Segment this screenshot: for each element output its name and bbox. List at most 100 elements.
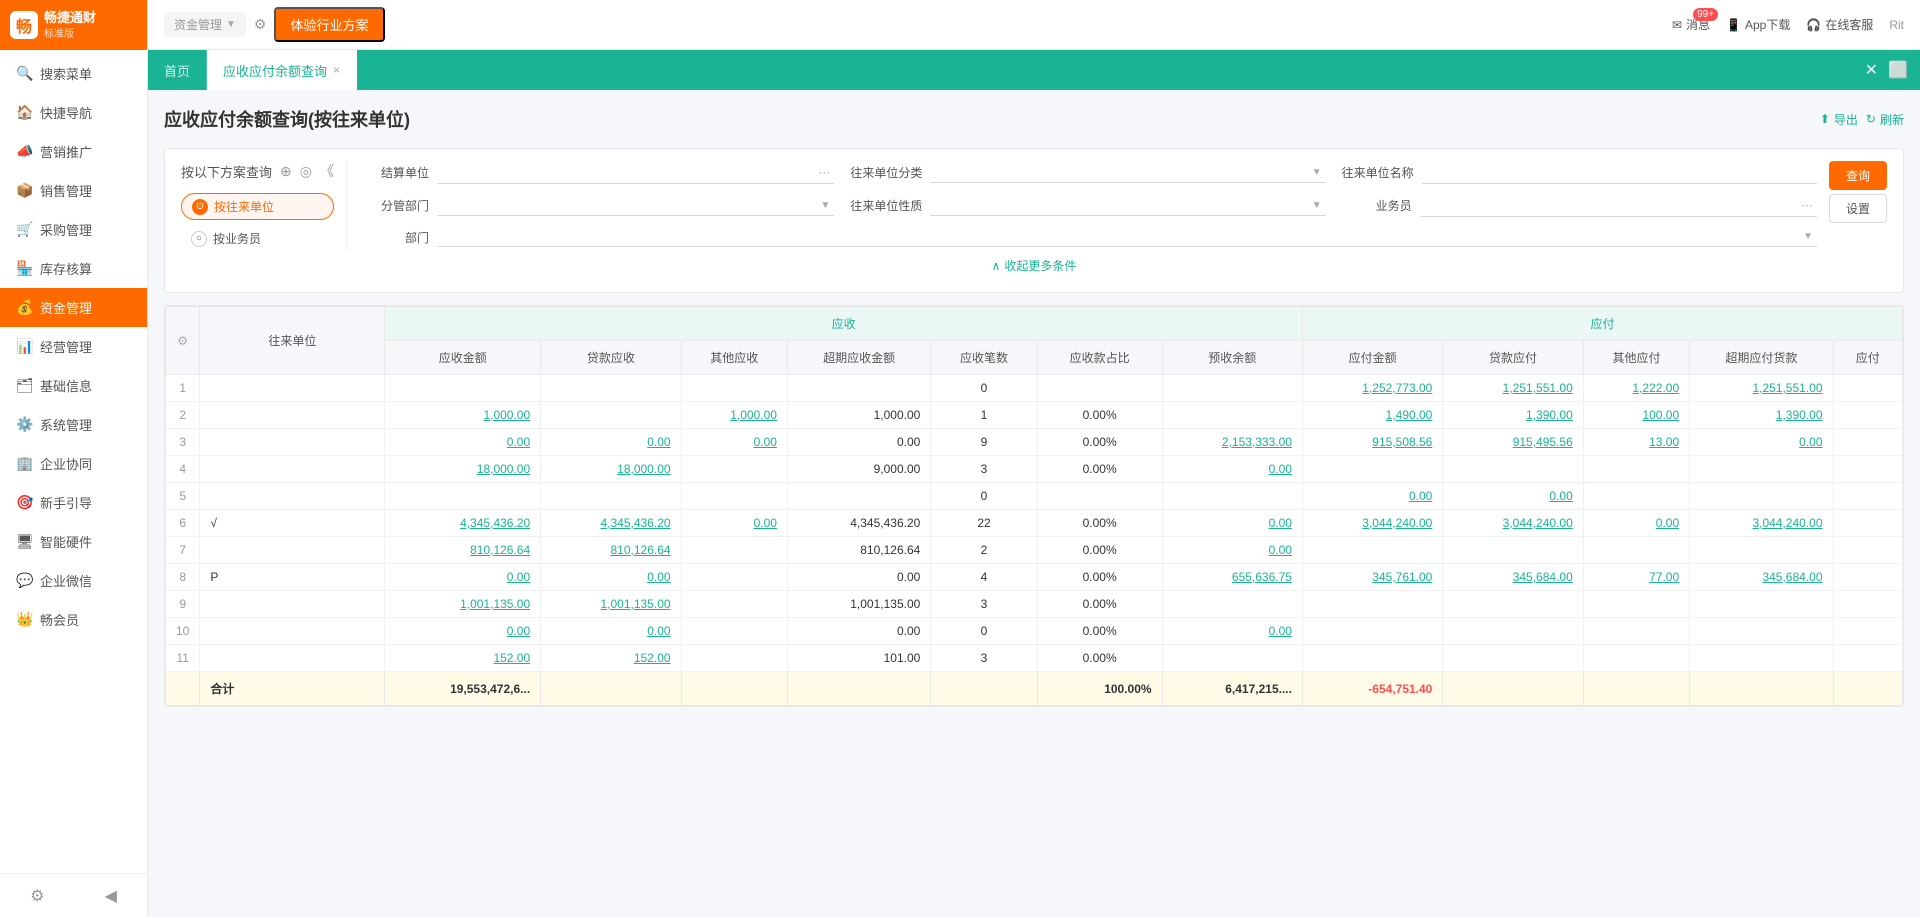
table-cell[interactable] [1443, 618, 1583, 645]
table-cell[interactable] [1583, 483, 1689, 510]
table-cell[interactable]: 810,126.64 [385, 537, 541, 564]
table-cell[interactable]: 0.00 [1162, 456, 1302, 483]
table-cell[interactable] [1162, 645, 1302, 672]
breadcrumb-chevron[interactable]: ▼ [226, 19, 236, 30]
query-button[interactable]: 查询 [1829, 161, 1887, 190]
table-cell[interactable]: 152.00 [541, 645, 681, 672]
sidebar-item-search[interactable]: 🔍搜索菜单 [0, 54, 147, 93]
table-cell[interactable]: 345,684.00 [1443, 564, 1583, 591]
table-cell[interactable] [1443, 537, 1583, 564]
table-cell[interactable]: 1,001,135.00 [541, 591, 681, 618]
table-cell[interactable] [541, 483, 681, 510]
table-cell[interactable] [1583, 591, 1689, 618]
table-cell[interactable]: 1,251,551.00 [1443, 375, 1583, 402]
table-cell[interactable] [1302, 537, 1442, 564]
sidebar-item-enterprise[interactable]: 🏢企业协同 [0, 444, 147, 483]
table-cell[interactable] [1583, 645, 1689, 672]
table-cell[interactable]: 2,153,333.00 [1162, 429, 1302, 456]
messages-button[interactable]: ✉ 消息 99+ [1672, 16, 1710, 33]
table-cell[interactable]: 810,126.64 [541, 537, 681, 564]
table-cell[interactable] [1302, 456, 1442, 483]
table-cell[interactable] [1443, 456, 1583, 483]
table-cell[interactable]: 3,044,240.00 [1302, 510, 1442, 537]
refresh-button[interactable]: ↻ 刷新 [1866, 111, 1904, 128]
unit-nature-select[interactable]: ▼ [930, 196, 1325, 216]
table-cell[interactable]: 345,684.00 [1690, 564, 1833, 591]
table-cell[interactable]: 3,044,240.00 [1690, 510, 1833, 537]
table-cell[interactable] [1583, 618, 1689, 645]
table-cell[interactable]: 1,000.00 [681, 402, 787, 429]
table-cell[interactable] [1302, 591, 1442, 618]
sidebar-item-operation[interactable]: 📊经营管理 [0, 327, 147, 366]
table-cell[interactable]: 345,761.00 [1302, 564, 1442, 591]
sidebar-item-finance[interactable]: 💰资金管理 [0, 288, 147, 327]
table-cell[interactable]: 100.00 [1583, 402, 1689, 429]
table-cell[interactable] [1583, 537, 1689, 564]
table-settings-icon[interactable]: ⚙ [166, 307, 200, 375]
table-cell[interactable]: 152.00 [385, 645, 541, 672]
table-cell[interactable]: 0.00 [1690, 429, 1833, 456]
table-cell[interactable]: 1,490.00 [1302, 402, 1442, 429]
promo-button[interactable]: 体验行业方案 [274, 7, 384, 42]
unit-category-select[interactable]: ▼ [930, 163, 1325, 183]
table-cell[interactable] [1690, 591, 1833, 618]
sidebar-item-wechat[interactable]: 💬企业微信 [0, 561, 147, 600]
table-cell[interactable] [681, 645, 787, 672]
table-cell[interactable]: 77.00 [1583, 564, 1689, 591]
table-cell[interactable] [541, 402, 681, 429]
sidebar-item-marketing[interactable]: 📣营销推广 [0, 132, 147, 171]
table-cell[interactable]: 4,345,436.20 [385, 510, 541, 537]
sidebar-item-member[interactable]: 👑畅会员 [0, 600, 147, 639]
settings-button[interactable]: 设置 [1829, 194, 1887, 223]
table-cell[interactable]: 0.00 [541, 564, 681, 591]
table-cell[interactable] [385, 375, 541, 402]
table-cell[interactable] [541, 375, 681, 402]
app-download-button[interactable]: 📱 App下载 [1726, 16, 1790, 33]
table-cell[interactable] [1162, 402, 1302, 429]
collapse-more-button[interactable]: ∧ 收起更多条件 [181, 251, 1887, 280]
table-cell[interactable]: 1,222.00 [1583, 375, 1689, 402]
collapse-left-button[interactable]: 《 [320, 161, 334, 181]
table-cell[interactable] [1302, 645, 1442, 672]
online-service-button[interactable]: 🎧 在线客服 [1806, 16, 1873, 33]
maximize-icon[interactable]: ⬜ [1888, 60, 1908, 80]
sidebar-item-quicknav[interactable]: 🏠快捷导航 [0, 93, 147, 132]
table-scroll[interactable]: ⚙ 往来单位 应收 应付 应收金额 贷款应收 其他应收 超期应收金额 应收笔数 … [165, 306, 1903, 706]
table-cell[interactable]: 1,251,551.00 [1690, 375, 1833, 402]
settlement-unit-input[interactable]: ··· [437, 161, 834, 184]
sidebar-item-system[interactable]: ⚙️系统管理 [0, 405, 147, 444]
table-cell[interactable]: 1,000.00 [385, 402, 541, 429]
staff-input[interactable]: ··· [1420, 194, 1817, 217]
tab-close-arquery[interactable]: × [333, 63, 340, 77]
table-cell[interactable]: 0.00 [1443, 483, 1583, 510]
table-cell[interactable]: 0.00 [1162, 537, 1302, 564]
unit-name-input[interactable] [1422, 161, 1817, 184]
table-cell[interactable] [1302, 618, 1442, 645]
sidebar-item-basic[interactable]: 🗂基础信息 [0, 366, 147, 405]
table-cell[interactable]: 0.00 [385, 429, 541, 456]
table-cell[interactable]: 0.00 [681, 429, 787, 456]
table-cell[interactable]: 915,495.56 [1443, 429, 1583, 456]
sidebar-item-purchase[interactable]: 🛒采购管理 [0, 210, 147, 249]
table-cell[interactable]: 18,000.00 [385, 456, 541, 483]
table-cell[interactable]: 0.00 [1302, 483, 1442, 510]
table-cell[interactable]: 1,390.00 [1443, 402, 1583, 429]
search-option-by-unit[interactable]: ⊙ 按往来单位 [181, 193, 334, 220]
table-cell[interactable] [681, 456, 787, 483]
table-cell[interactable]: 13.00 [1583, 429, 1689, 456]
add-scheme-button[interactable]: ⊕ [280, 163, 292, 180]
sidebar-item-newbie[interactable]: 🎯新手引导 [0, 483, 147, 522]
table-cell[interactable] [1443, 591, 1583, 618]
table-cell[interactable]: 0.00 [1162, 510, 1302, 537]
table-cell[interactable]: 3,044,240.00 [1443, 510, 1583, 537]
table-cell[interactable]: 655,636.75 [1162, 564, 1302, 591]
table-cell[interactable]: 4,345,436.20 [541, 510, 681, 537]
table-cell[interactable]: 0.00 [541, 618, 681, 645]
sidebar-item-hardware[interactable]: 🖥智能硬件 [0, 522, 147, 561]
table-cell[interactable] [1690, 645, 1833, 672]
table-cell[interactable] [681, 564, 787, 591]
table-cell[interactable] [1162, 483, 1302, 510]
target-button[interactable]: ◎ [300, 163, 312, 180]
table-cell[interactable] [385, 483, 541, 510]
table-cell[interactable]: 1,252,773.00 [1302, 375, 1442, 402]
